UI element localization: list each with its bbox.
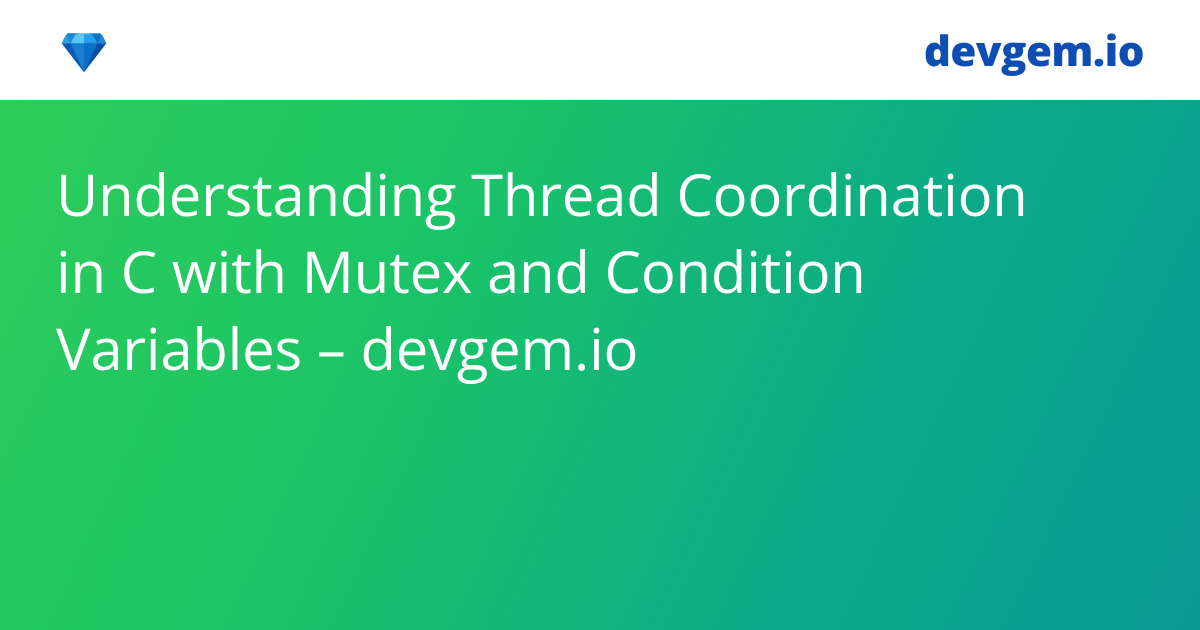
header-bar: devgem.io	[0, 0, 1200, 100]
hero-banner: Understanding Thread Coordination in C w…	[0, 100, 1200, 630]
page-title: Understanding Thread Coordination in C w…	[56, 155, 1036, 386]
brand-name: devgem.io	[924, 22, 1144, 79]
gem-icon	[56, 22, 112, 78]
